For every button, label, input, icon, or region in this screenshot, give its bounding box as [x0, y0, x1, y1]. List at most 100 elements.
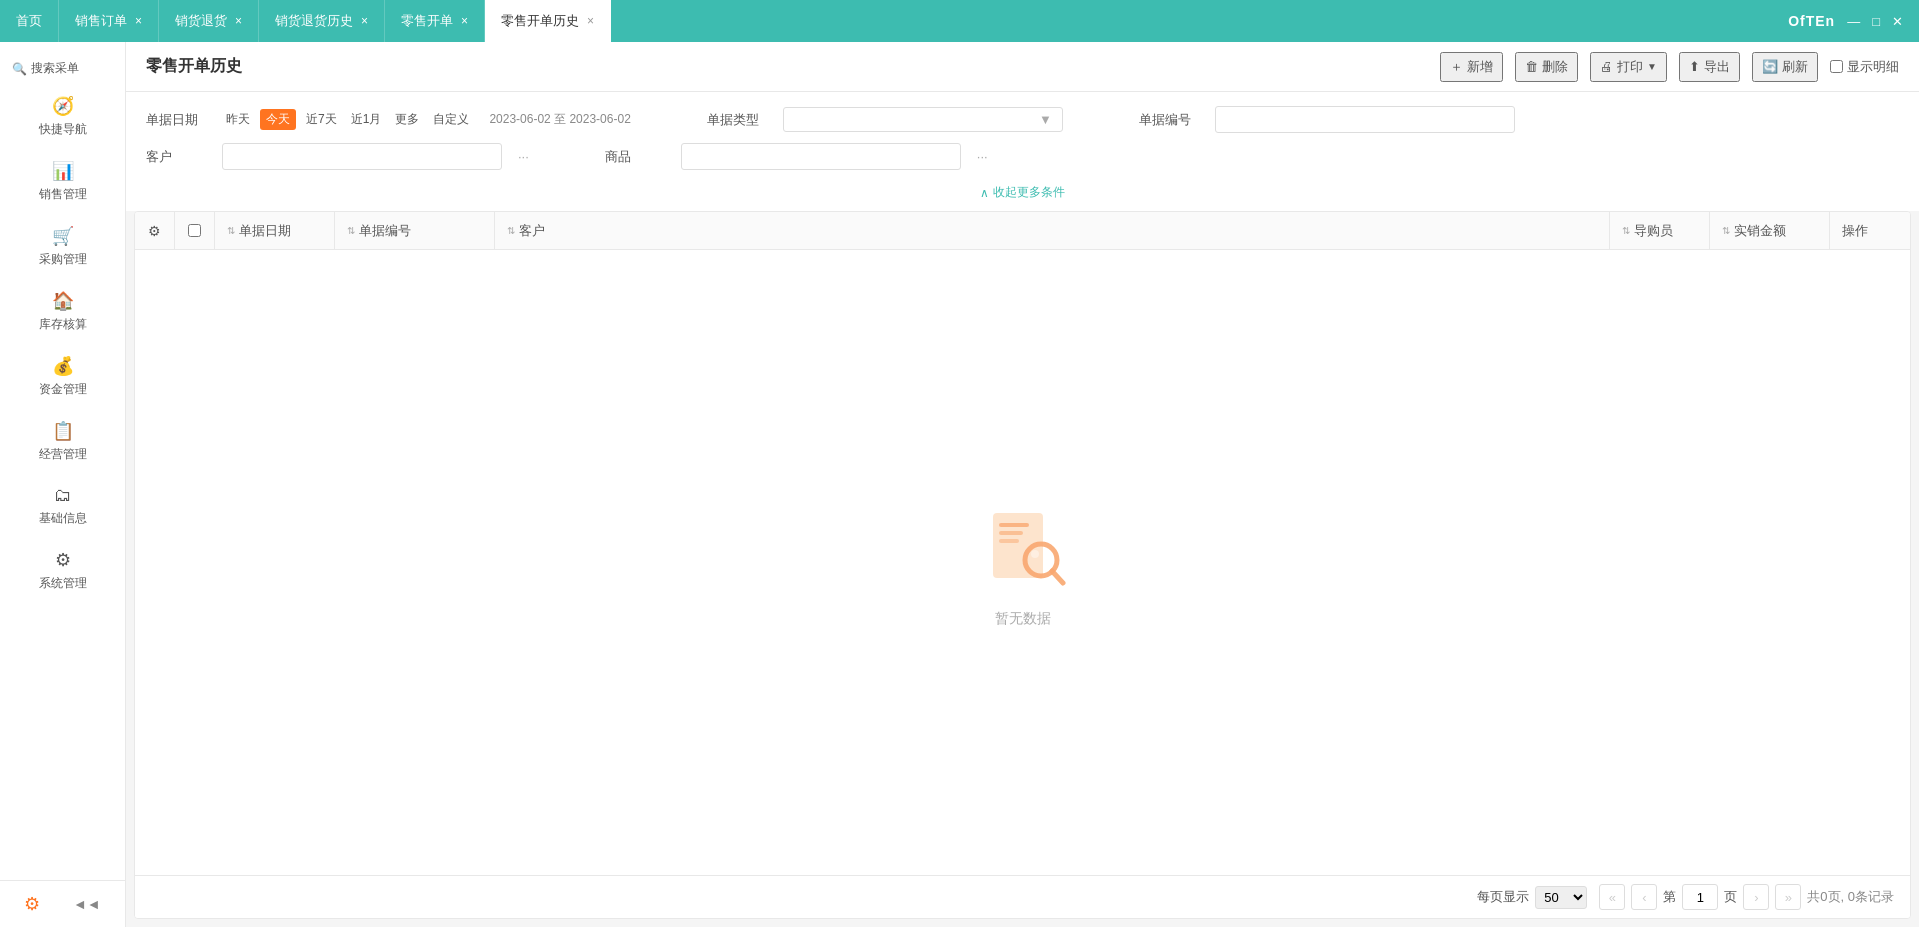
doc-type-label: 单据类型: [707, 111, 767, 129]
tab-retail-open-history-label: 零售开单历史: [501, 12, 579, 30]
date-btn-today[interactable]: 今天: [260, 109, 296, 130]
sidebar-item-operations[interactable]: 📋 经营管理: [0, 408, 125, 473]
settings-col-icon: ⚙: [148, 223, 161, 239]
system-icon: ⚙: [55, 549, 71, 571]
add-icon: ＋: [1450, 58, 1463, 76]
tab-sales-return-history-close[interactable]: ×: [361, 14, 368, 28]
tab-retail-open-history-close[interactable]: ×: [587, 14, 594, 28]
col-date-sort-icon: ⇅: [227, 225, 235, 236]
purchase-icon: 🛒: [52, 225, 74, 247]
top-tabbar: 首页 销售订单 × 销货退货 × 销货退货历史 × 零售开单 × 零售开单历史 …: [0, 0, 1919, 42]
date-btn-1month[interactable]: 近1月: [347, 109, 386, 130]
sidebar-item-quick-nav[interactable]: 🧭 快捷导航: [0, 83, 125, 148]
tab-sales-return-history[interactable]: 销货退货历史 ×: [259, 0, 385, 42]
pagination: « ‹ 第 页 › » 共0页, 0条记录: [1599, 884, 1894, 910]
next-page-btn[interactable]: ›: [1743, 884, 1769, 910]
sidebar-settings-icon[interactable]: ⚙: [24, 893, 40, 915]
tab-sales-order-label: 销售订单: [75, 12, 127, 30]
refresh-icon: 🔄: [1762, 59, 1778, 74]
window-controls: OfTEn — □ ✕: [1788, 13, 1919, 29]
col-checkbox[interactable]: [175, 212, 215, 249]
header-actions: ＋ 新增 🗑 删除 🖨 打印 ▼ ⬆ 导出 🔄 刷: [1440, 52, 1899, 82]
print-button[interactable]: 🖨 打印 ▼: [1590, 52, 1667, 82]
operations-icon: 📋: [52, 420, 74, 442]
per-page: 每页显示 10 20 50 100: [1477, 886, 1587, 909]
svg-rect-2: [999, 531, 1023, 535]
minimize-btn[interactable]: —: [1847, 14, 1860, 29]
tab-retail-open[interactable]: 零售开单 ×: [385, 0, 485, 42]
tab-sales-order-close[interactable]: ×: [135, 14, 142, 28]
col-guide: ⇅ 导购员: [1610, 212, 1710, 249]
show-detail-checkbox[interactable]: [1830, 60, 1843, 73]
col-num-sort-icon: ⇅: [347, 225, 355, 236]
sidebar-item-inventory[interactable]: 🏠 库存核算: [0, 278, 125, 343]
sidebar-item-system[interactable]: ⚙ 系统管理: [0, 537, 125, 602]
close-btn[interactable]: ✕: [1892, 14, 1903, 29]
customer-ellipsis[interactable]: ···: [518, 149, 529, 164]
first-page-btn[interactable]: «: [1599, 884, 1625, 910]
tab-sales-return-close[interactable]: ×: [235, 14, 242, 28]
col-amount-sort-icon: ⇅: [1722, 225, 1730, 236]
sidebar-item-purchase[interactable]: 🛒 采购管理: [0, 213, 125, 278]
sidebar-item-sales[interactable]: 📊 销售管理: [0, 148, 125, 213]
collapse-btn[interactable]: ∧ 收起更多条件: [146, 180, 1899, 205]
sidebar-item-system-label: 系统管理: [39, 575, 87, 592]
per-page-label: 每页显示: [1477, 888, 1529, 906]
tab-retail-open-close[interactable]: ×: [461, 14, 468, 28]
print-dropdown-icon: ▼: [1647, 61, 1657, 72]
customer-input[interactable]: [222, 143, 502, 170]
sidebar-item-base-info[interactable]: 🗂 基础信息: [0, 473, 125, 537]
doc-type-select[interactable]: ▼: [783, 107, 1063, 132]
last-page-btn[interactable]: »: [1775, 884, 1801, 910]
export-button[interactable]: ⬆ 导出: [1679, 52, 1740, 82]
tab-home-label: 首页: [16, 12, 42, 30]
prev-page-btn[interactable]: ‹: [1631, 884, 1657, 910]
tab-retail-open-history[interactable]: 零售开单历史 ×: [485, 0, 611, 42]
table-footer: 每页显示 10 20 50 100 « ‹ 第 页 › » 共: [135, 875, 1910, 918]
sidebar-search[interactable]: 🔍 搜索采单: [0, 50, 125, 83]
date-btn-more[interactable]: 更多: [391, 109, 423, 130]
tab-sales-return[interactable]: 销货退货 ×: [159, 0, 259, 42]
date-btn-7days[interactable]: 近7天: [302, 109, 341, 130]
empty-state: 暂无数据: [135, 250, 1910, 875]
tab-retail-open-label: 零售开单: [401, 12, 453, 30]
col-settings[interactable]: ⚙: [135, 212, 175, 249]
col-guide-sort-icon: ⇅: [1622, 225, 1630, 236]
product-input[interactable]: [681, 143, 961, 170]
filter-row-1: 单据日期 昨天 今天 近7天 近1月 更多 自定义 2023-06-02 至 2…: [146, 106, 1899, 133]
show-detail-toggle[interactable]: 显示明细: [1830, 58, 1899, 76]
collapse-arrow-icon: ∧: [980, 186, 989, 200]
delete-button[interactable]: 🗑 删除: [1515, 52, 1578, 82]
date-btn-custom[interactable]: 自定义: [429, 109, 473, 130]
add-button[interactable]: ＋ 新增: [1440, 52, 1503, 82]
delete-icon: 🗑: [1525, 59, 1538, 74]
page-header: 零售开单历史 ＋ 新增 🗑 删除 🖨 打印 ▼ ⬆ 导出: [126, 42, 1919, 92]
sidebar-item-sales-label: 销售管理: [39, 186, 87, 203]
tab-home[interactable]: 首页: [0, 0, 59, 42]
date-options-group: 昨天 今天 近7天 近1月 更多 自定义: [222, 109, 473, 130]
product-ellipsis[interactable]: ···: [977, 149, 988, 164]
inventory-icon: 🏠: [52, 290, 74, 312]
col-customer-sort-icon: ⇅: [507, 225, 515, 236]
refresh-button[interactable]: 🔄 刷新: [1752, 52, 1818, 82]
export-icon: ⬆: [1689, 59, 1700, 74]
page-word: 第: [1663, 888, 1676, 906]
table-area: ⚙ ⇅ 单据日期 ⇅ 单据编号 ⇅ 客户 ⇅: [134, 211, 1911, 919]
select-all-checkbox[interactable]: [188, 224, 201, 237]
maximize-btn[interactable]: □: [1872, 14, 1880, 29]
sidebar-search-label: 搜索采单: [31, 60, 79, 77]
page-input[interactable]: [1682, 884, 1718, 910]
sales-icon: 📊: [52, 160, 74, 182]
col-ops: 操作: [1830, 212, 1910, 249]
doc-num-input[interactable]: [1215, 106, 1515, 133]
sidebar-collapse-icon[interactable]: ◄◄: [73, 896, 101, 912]
tab-sales-order[interactable]: 销售订单 ×: [59, 0, 159, 42]
filter-area: 单据日期 昨天 今天 近7天 近1月 更多 自定义 2023-06-02 至 2…: [126, 92, 1919, 211]
sidebar-item-quick-nav-label: 快捷导航: [39, 121, 87, 138]
main-layout: 🔍 搜索采单 🧭 快捷导航 📊 销售管理 🛒 采购管理 🏠 库存核算 💰 资金管…: [0, 42, 1919, 927]
table-header: ⚙ ⇅ 单据日期 ⇅ 单据编号 ⇅ 客户 ⇅: [135, 212, 1910, 250]
sidebar-item-finance[interactable]: 💰 资金管理: [0, 343, 125, 408]
sidebar-item-purchase-label: 采购管理: [39, 251, 87, 268]
date-btn-yesterday[interactable]: 昨天: [222, 109, 254, 130]
per-page-select[interactable]: 10 20 50 100: [1535, 886, 1587, 909]
